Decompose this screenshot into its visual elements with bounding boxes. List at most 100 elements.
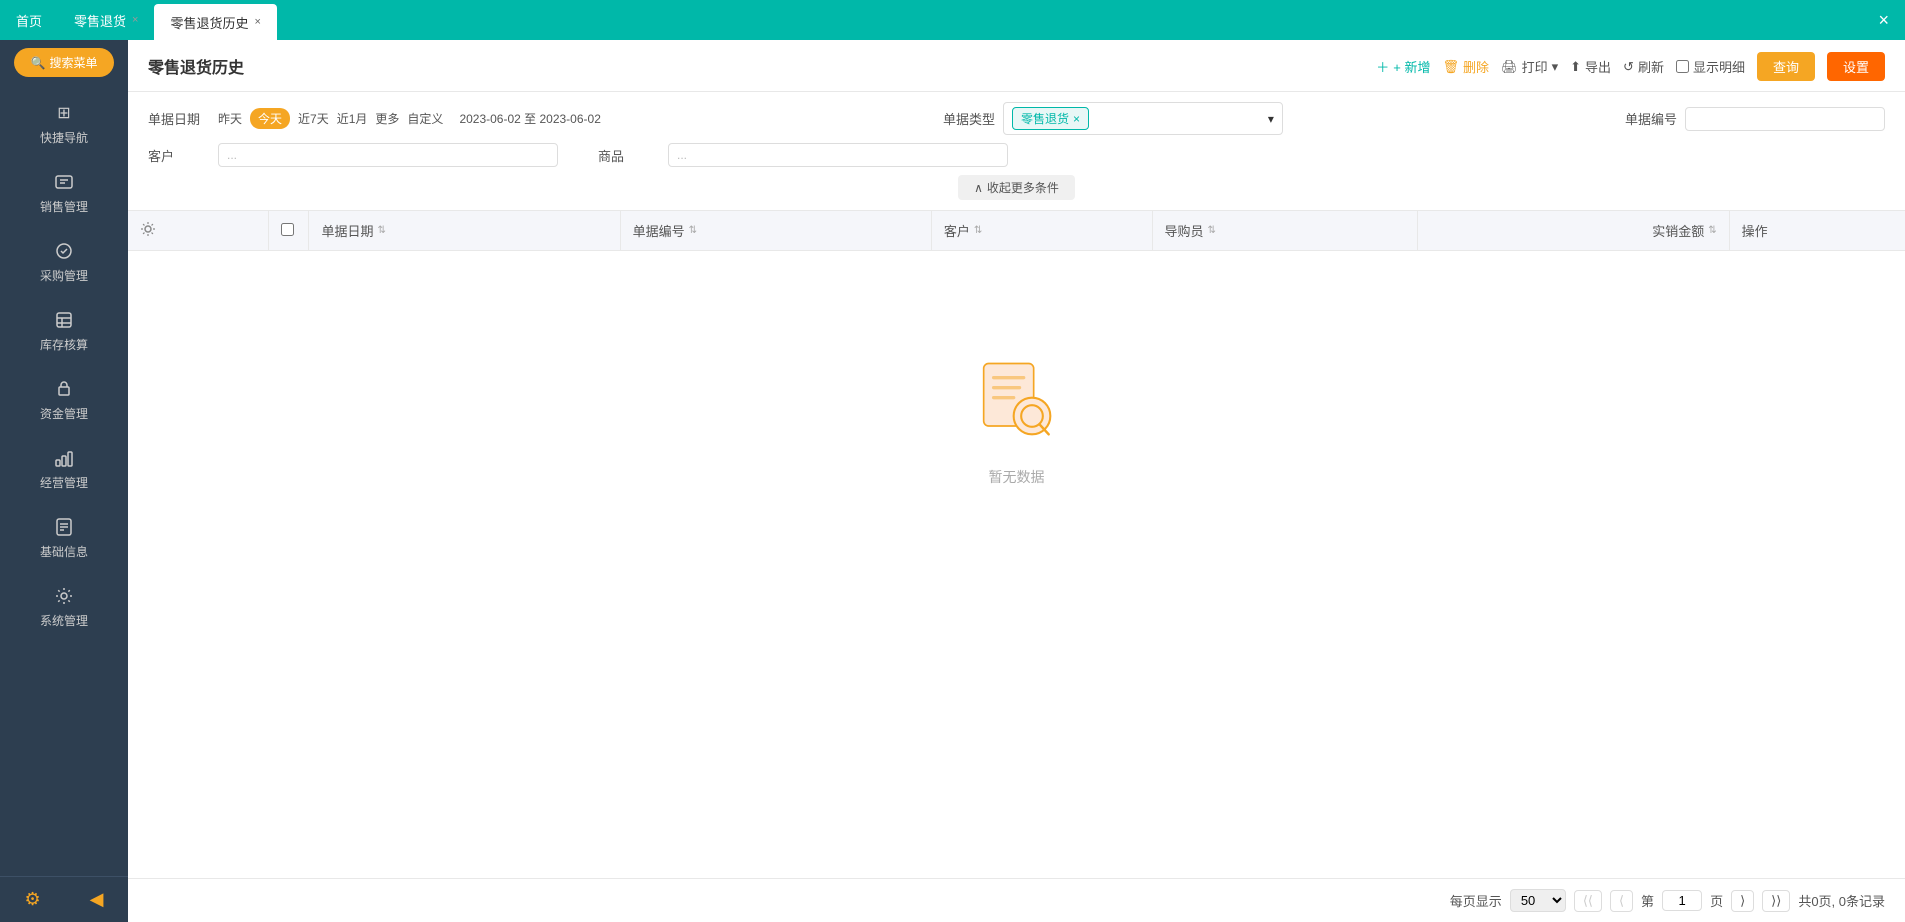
delete-button[interactable]: 🗑 删除 [1443,57,1490,76]
empty-text: 暂无数据 [989,467,1045,487]
table-body: 暂无数据 [128,251,1905,588]
type-filter-tag-close[interactable]: × [1073,112,1080,126]
refresh-button[interactable]: ↺ 刷新 [1623,57,1664,76]
goods-filter-input[interactable]: ... [668,143,1008,167]
operations-icon [52,446,76,470]
date-opt-1month[interactable]: 近1月 [337,110,368,127]
sidebar-item-basic-info-label: 基础信息 [40,543,88,560]
sidebar-item-system-mgmt[interactable]: 系统管理 [0,572,128,641]
type-filter-tag-value: 零售退货 [1021,110,1069,127]
sidebar-item-operations-label: 经营管理 [40,474,88,491]
add-button[interactable]: ＋ + 新增 [1376,57,1430,76]
sidebar-item-finance[interactable]: 资金管理 [0,365,128,434]
th-date-label: 单据日期 [321,221,373,240]
collapse-sidebar-icon[interactable]: ◀ [90,889,104,910]
current-page-input[interactable] [1662,890,1702,911]
print-button[interactable]: 🖨 打印 ▾ [1501,57,1558,76]
search-menu-button[interactable]: 🔍 搜索菜单 [14,48,114,77]
th-checkbox[interactable] [269,211,309,251]
quick-nav-icon: ⊞ [52,101,76,125]
sidebar-item-sales-mgmt[interactable]: 销售管理 [0,158,128,227]
tab-retail-return-history-close[interactable]: × [254,16,260,28]
number-filter-label: 单据编号 [1625,109,1685,128]
sales-mgmt-icon [52,170,76,194]
date-opt-more[interactable]: 更多 [375,110,399,127]
refresh-icon: ↺ [1623,59,1634,75]
sidebar-item-purchase-mgmt[interactable]: 采购管理 [0,227,128,296]
last-page-button[interactable]: ⟩⟩ [1762,890,1790,912]
show-detail-label-text: 显示明细 [1693,57,1745,76]
date-sort-icon: ⇅ [377,225,385,236]
table-container: 单据日期 ⇅ 单据编号 ⇅ 客户 [128,211,1905,878]
th-amount-label: 实销金额 [1652,221,1704,240]
finance-icon [52,377,76,401]
first-page-button[interactable]: ⟨⟨ [1574,890,1602,912]
sidebar-item-operations[interactable]: 经营管理 [0,434,128,503]
type-filter-dropdown[interactable]: 零售退货 × ▾ [1003,102,1283,135]
sidebar: 🔍 搜索菜单 ⊞ 快捷导航 销售管理 采购管理 库存核算 [0,40,128,922]
export-label: 导出 [1585,57,1611,76]
content-area: 零售退货历史 ＋ + 新增 🗑 删除 🖨 打印 ▾ [128,40,1905,922]
th-number[interactable]: 单据编号 ⇅ [620,211,931,251]
th-action-label: 操作 [1742,224,1768,239]
sidebar-item-inventory-label: 库存核算 [40,336,88,353]
sidebar-item-finance-label: 资金管理 [40,405,88,422]
date-range-display: 2023-06-02 至 2023-06-02 [459,110,600,127]
page-title: 零售退货历史 [148,54,244,78]
sidebar-item-inventory[interactable]: 库存核算 [0,296,128,365]
th-amount[interactable]: 实销金额 ⇅ [1418,211,1729,251]
date-opt-custom[interactable]: 自定义 [407,110,443,127]
top-bar-right: × [1878,0,1905,40]
th-guide[interactable]: 导购员 ⇅ [1152,211,1418,251]
tab-retail-return-label: 零售退货 [74,11,126,30]
setting-button[interactable]: 设置 [1827,52,1885,81]
date-filter-label: 单据日期 [148,109,218,128]
inventory-icon [52,308,76,332]
tab-home[interactable]: 首页 [0,0,58,40]
sidebar-item-quick-nav[interactable]: ⊞ 快捷导航 [0,89,128,158]
goods-filter-label: 商品 [598,146,668,165]
customer-filter-input[interactable]: ... [218,143,558,167]
tab-retail-return-history[interactable]: 零售退货历史 × [154,4,276,40]
th-customer[interactable]: 客户 ⇅ [931,211,1152,251]
settings-icon[interactable]: ⚙ [25,889,41,910]
tab-retail-return[interactable]: 零售退货 × [58,0,154,40]
query-button[interactable]: 查询 [1757,52,1815,81]
sidebar-item-quick-nav-label: 快捷导航 [40,129,88,146]
system-mgmt-icon [52,584,76,608]
collapse-button[interactable]: ∧ 收起更多条件 [958,175,1075,200]
type-filter-tag: 零售退货 × [1012,107,1089,130]
th-customer-label: 客户 [944,221,970,240]
search-icon: 🔍 [31,56,46,70]
type-filter-label: 单据类型 [943,109,1003,128]
tab-retail-return-history-label: 零售退货历史 [170,13,248,32]
th-settings[interactable] [128,211,269,251]
filter-row-date: 单据日期 昨天 今天 近7天 近1月 更多 自定义 2023-06-02 至 2… [148,102,1885,135]
sidebar-item-basic-info[interactable]: 基础信息 [0,503,128,572]
tab-retail-return-close[interactable]: × [132,14,138,26]
date-opt-yesterday[interactable]: 昨天 [218,110,242,127]
page-header: 零售退货历史 ＋ + 新增 🗑 删除 🖨 打印 ▾ [128,40,1905,92]
print-icon: 🖨 [1501,59,1518,75]
date-opt-7days[interactable]: 近7天 [298,110,329,127]
export-button[interactable]: ⬆ 导出 [1570,57,1611,76]
number-filter-input[interactable] [1685,107,1885,131]
table-header: 单据日期 ⇅ 单据编号 ⇅ 客户 [128,211,1905,251]
date-opt-today[interactable]: 今天 [250,108,290,129]
page-size-select[interactable]: 50 20 100 [1510,889,1566,912]
prev-page-button[interactable]: ⟨ [1610,890,1633,912]
filter-area: 单据日期 昨天 今天 近7天 近1月 更多 自定义 2023-06-02 至 2… [128,92,1905,211]
th-date[interactable]: 单据日期 ⇅ [309,211,620,251]
select-all-checkbox[interactable] [281,223,294,236]
show-detail-toggle[interactable]: 显示明细 [1676,57,1745,76]
sidebar-item-system-mgmt-label: 系统管理 [40,612,88,629]
window-close-button[interactable]: × [1878,10,1889,31]
page-word: 第 [1641,891,1654,910]
date-options: 昨天 今天 近7天 近1月 更多 自定义 [218,108,443,129]
next-page-button[interactable]: ⟩ [1731,890,1754,912]
show-detail-checkbox[interactable] [1676,60,1689,73]
pagination-bar: 每页显示 50 20 100 ⟨⟨ ⟨ 第 页 ⟩ ⟩⟩ 共0页, 0条记录 [128,878,1905,922]
search-menu-label: 搜索菜单 [49,54,97,71]
customer-placeholder: ... [227,148,549,162]
export-icon: ⬆ [1570,59,1581,75]
